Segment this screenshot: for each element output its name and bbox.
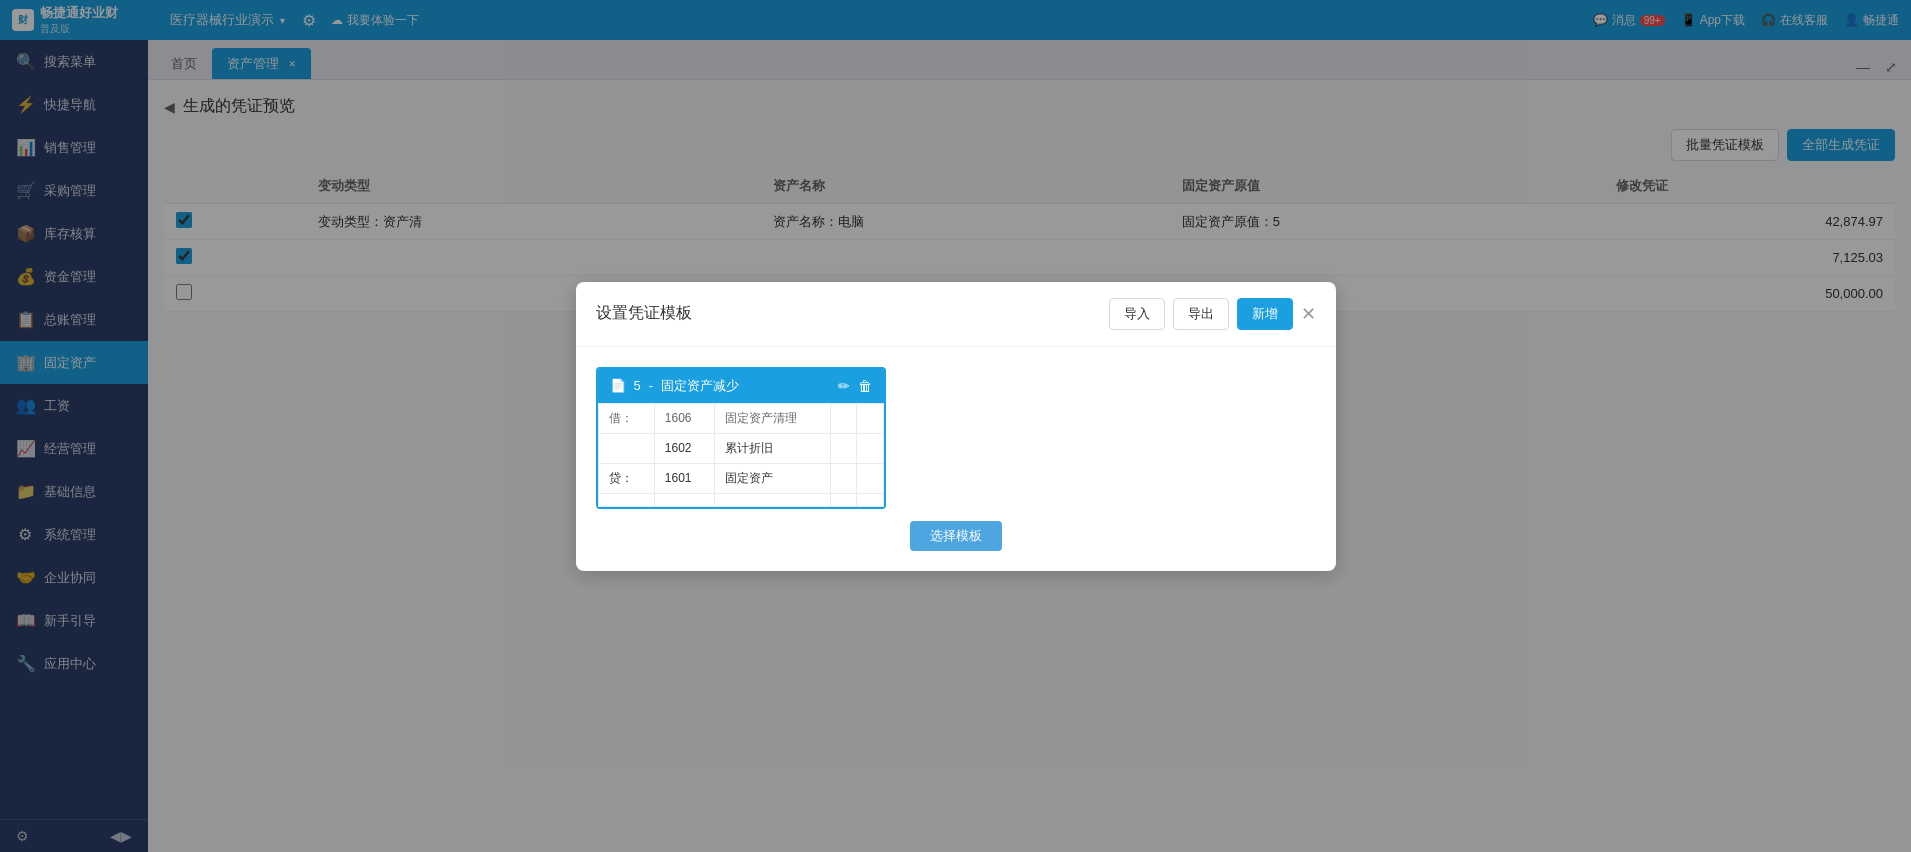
import-button[interactable]: 导入 <box>1109 298 1165 330</box>
select-template-button[interactable]: 选择模板 <box>910 521 1002 551</box>
entry3-credit <box>857 463 883 493</box>
template-entry-row: 1602 累计折旧 <box>598 433 883 463</box>
entry4-code <box>654 493 714 506</box>
entry3-debit <box>830 463 856 493</box>
entry2-name: 累计折旧 <box>714 433 830 463</box>
template-entry-row: 贷： 1601 固定资产 <box>598 463 883 493</box>
entry2-code: 1602 <box>654 433 714 463</box>
template-edit-icon[interactable]: ✏ <box>838 378 850 394</box>
entry2-type <box>598 433 654 463</box>
entry3-name: 固定资产 <box>714 463 830 493</box>
template-name-text: 固定资产减少 <box>661 377 739 395</box>
template-entries-table: 借： 1606 固定资产清理 1602 累计折旧 <box>598 403 884 507</box>
template-header-actions: ✏ 🗑 <box>838 378 872 394</box>
entry2-credit <box>857 433 883 463</box>
template-name: - <box>649 378 653 393</box>
dialog-overlay: 设置凭证模板 导入 导出 新增 ✕ 📄 5 - 固定资产减少 ✏ 🗑 <box>0 0 1911 852</box>
entry4-debit <box>830 493 856 506</box>
entry3-code: 1601 <box>654 463 714 493</box>
dialog-close-button[interactable]: ✕ <box>1301 303 1316 325</box>
template-id: 5 <box>634 378 641 393</box>
template-entry-row <box>598 493 883 506</box>
dialog-title: 设置凭证模板 <box>596 303 692 324</box>
entry2-debit <box>830 433 856 463</box>
template-entry-row: 借： 1606 固定资产清理 <box>598 403 883 433</box>
entry1-name: 固定资产清理 <box>714 403 830 433</box>
dialog-body: 📄 5 - 固定资产减少 ✏ 🗑 借： 1606 <box>576 347 1336 571</box>
template-delete-icon[interactable]: 🗑 <box>858 378 872 394</box>
entry3-type: 贷： <box>598 463 654 493</box>
export-button[interactable]: 导出 <box>1173 298 1229 330</box>
entry4-credit <box>857 493 883 506</box>
voucher-template-dialog: 设置凭证模板 导入 导出 新增 ✕ 📄 5 - 固定资产减少 ✏ 🗑 <box>576 282 1336 571</box>
entry4-name <box>714 493 830 506</box>
entry1-type: 借： <box>598 403 654 433</box>
template-body: 借： 1606 固定资产清理 1602 累计折旧 <box>598 403 884 507</box>
entry1-debit <box>830 403 856 433</box>
template-doc-icon: 📄 <box>610 378 626 393</box>
entry4-type <box>598 493 654 506</box>
new-template-button[interactable]: 新增 <box>1237 298 1293 330</box>
template-card-header: 📄 5 - 固定资产减少 ✏ 🗑 <box>598 369 884 403</box>
entry1-code: 1606 <box>654 403 714 433</box>
dialog-header: 设置凭证模板 导入 导出 新增 ✕ <box>576 282 1336 347</box>
template-card: 📄 5 - 固定资产减少 ✏ 🗑 借： 1606 <box>596 367 886 509</box>
entry1-credit <box>857 403 883 433</box>
